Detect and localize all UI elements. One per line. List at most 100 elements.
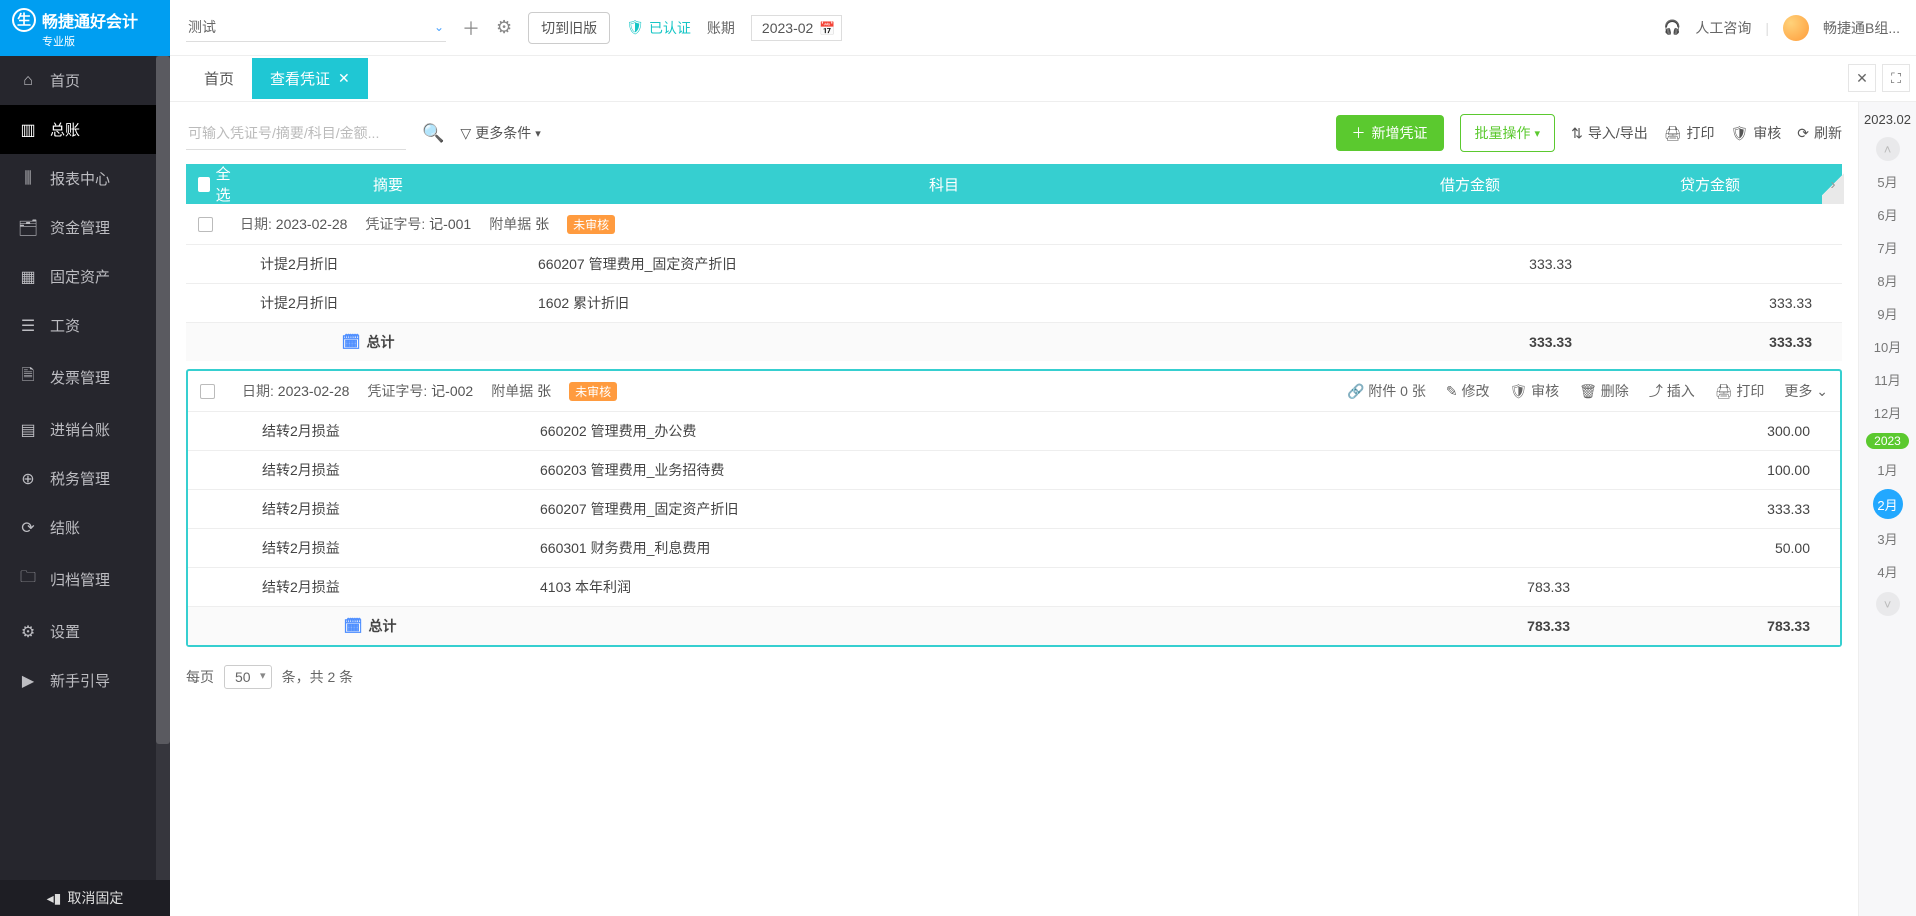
- voucher-line[interactable]: 结转2月损益660203 管理费用_业务招待费100.00: [188, 450, 1840, 489]
- certified-badge: 🛡 已认证: [626, 18, 691, 38]
- avatar[interactable]: [1783, 15, 1809, 41]
- voucher-line[interactable]: 计提2月折旧1602 累计折旧333.33: [186, 283, 1842, 322]
- main: 测试 ⌄ ＋ ⚙ 切到旧版 🛡 已认证 账期 2023-02 📅 🎧 人工咨询 …: [170, 0, 1916, 916]
- month-option[interactable]: 3月: [1873, 522, 1903, 555]
- period-up-icon[interactable]: ˄: [1876, 137, 1900, 161]
- toolbar: 可输入凭证号/摘要/科目/金额... 🔍 ▽ 更多条件 ▾ ＋ 新增凭证 批量操…: [186, 114, 1842, 152]
- attach-button[interactable]: 🔗 附件 0 张: [1347, 381, 1426, 401]
- sidebar-item-3[interactable]: 🗂资金管理: [0, 203, 170, 252]
- user-name[interactable]: 畅捷通B组...: [1823, 18, 1900, 38]
- chevron-down-icon: ⌄: [434, 20, 444, 34]
- nav-scrollbar[interactable]: [156, 56, 170, 916]
- month-option[interactable]: 8月: [1874, 264, 1901, 297]
- unpin-button[interactable]: ◂▮ 取消固定: [0, 880, 170, 916]
- nav-label: 首页: [50, 70, 80, 91]
- month-option[interactable]: 12月: [1874, 396, 1901, 429]
- sidebar-item-7[interactable]: ▤进销台账: [0, 405, 170, 454]
- sidebar-item-9[interactable]: ⟳结账: [0, 503, 170, 552]
- sidebar-item-5[interactable]: ☰工资: [0, 301, 170, 350]
- nav-label: 总账: [50, 119, 80, 140]
- audit-icon: 🛡: [1730, 125, 1748, 142]
- month-option[interactable]: 9月: [1874, 297, 1901, 330]
- voucher-checkbox[interactable]: [198, 217, 213, 232]
- batch-button[interactable]: 批量操作 ▾: [1460, 114, 1556, 152]
- month-option[interactable]: 5月: [1874, 165, 1901, 198]
- sidebar-item-2[interactable]: ⫼报表中心: [0, 154, 170, 203]
- more-conditions[interactable]: ▽ 更多条件 ▾: [460, 123, 540, 143]
- period-down-icon[interactable]: ˅: [1876, 592, 1900, 616]
- month-option[interactable]: 6月: [1874, 198, 1901, 231]
- voucher-line[interactable]: 计提2月折旧660207 管理费用_固定资产折旧333.33: [186, 244, 1842, 283]
- company-selector[interactable]: 测试 ⌄: [186, 13, 446, 42]
- month-option[interactable]: 2月: [1873, 489, 1903, 519]
- sidebar-item-8[interactable]: ⊕税务管理: [0, 454, 170, 503]
- nav-label: 税务管理: [50, 468, 110, 489]
- tab-close-icon[interactable]: ✕: [338, 70, 350, 87]
- line-credit: 333.33: [1590, 295, 1830, 311]
- print-button[interactable]: 🖨打印: [1664, 123, 1715, 143]
- status-badge: 未审核: [567, 215, 615, 234]
- support-label[interactable]: 人工咨询: [1695, 18, 1751, 38]
- line-subject: 660203 管理费用_业务招待费: [540, 460, 1348, 480]
- line-credit: 300.00: [1588, 423, 1828, 439]
- sidebar-item-4[interactable]: ▦固定资产: [0, 252, 170, 301]
- refresh-button[interactable]: ⟳刷新: [1797, 123, 1842, 143]
- switch-old-button[interactable]: 切到旧版: [528, 12, 610, 44]
- search-icon[interactable]: 🔍: [422, 123, 444, 144]
- month-option[interactable]: 1月: [1873, 453, 1903, 486]
- brand-logo-icon: 生: [12, 8, 36, 32]
- sidebar-item-0[interactable]: ⌂ 首页: [0, 56, 170, 105]
- tab-0[interactable]: 首页: [186, 58, 252, 99]
- support-icon[interactable]: 🎧: [1664, 19, 1681, 36]
- add-icon[interactable]: ＋: [462, 15, 480, 41]
- month-option[interactable]: 10月: [1874, 330, 1901, 363]
- delete-button[interactable]: 🗑 删除: [1579, 381, 1629, 401]
- month-option[interactable]: 7月: [1874, 231, 1901, 264]
- close-tab-icon[interactable]: ✕: [1848, 64, 1876, 92]
- page-size-select[interactable]: 50: [224, 665, 272, 689]
- col-subject: 科目: [538, 174, 1350, 195]
- add-voucher-button[interactable]: ＋ 新增凭证: [1336, 115, 1444, 151]
- sidebar-item-1[interactable]: ▥ 总账: [0, 105, 170, 154]
- nav-icon: ⌂: [18, 72, 38, 90]
- audit-button[interactable]: 🛡 审核: [1509, 381, 1559, 401]
- line-subject: 660301 财务费用_利息费用: [540, 538, 1348, 558]
- voucher-line[interactable]: 结转2月损益4103 本年利润783.33: [188, 567, 1840, 606]
- line-summary: 结转2月损益: [240, 577, 540, 597]
- fullscreen-icon[interactable]: ⛶: [1882, 64, 1910, 92]
- nav-label: 固定资产: [50, 266, 110, 287]
- month-option[interactable]: 4月: [1873, 555, 1903, 588]
- calendar-icon: 📅: [819, 21, 835, 37]
- nav-label: 新手引导: [50, 670, 110, 691]
- voucher-line[interactable]: 结转2月损益660301 财务费用_利息费用50.00: [188, 528, 1840, 567]
- voucher-line[interactable]: 结转2月损益660202 管理费用_办公费300.00: [188, 411, 1840, 450]
- chevron-down-icon: ▾: [1535, 127, 1541, 140]
- sidebar-item-12[interactable]: ▶新手引导: [0, 656, 170, 705]
- nav-label: 发票管理: [50, 367, 110, 388]
- audit-button[interactable]: 🛡审核: [1730, 123, 1781, 143]
- line-debit: 333.33: [1350, 256, 1590, 272]
- edit-button[interactable]: ✎ 修改: [1446, 381, 1490, 401]
- total-icon: 🗓: [341, 333, 360, 351]
- select-all-label[interactable]: 全选: [216, 163, 238, 205]
- select-all-checkbox[interactable]: [198, 177, 210, 192]
- expand-icon[interactable]: ›: [1822, 164, 1844, 204]
- insert-button[interactable]: ⤴ 插入: [1649, 381, 1695, 401]
- period-picker[interactable]: 2023-02 📅: [751, 15, 842, 41]
- gear-icon[interactable]: ⚙: [496, 17, 512, 38]
- nav-icon: ⚙: [18, 622, 38, 642]
- sidebar-item-11[interactable]: ⚙设置: [0, 607, 170, 656]
- sidebar-item-6[interactable]: 🗎发票管理: [0, 350, 170, 405]
- print-button[interactable]: 🖨 打印: [1715, 381, 1765, 401]
- nav-icon: ▥: [18, 120, 38, 140]
- import-export-button[interactable]: ⇅导入/导出: [1571, 123, 1648, 143]
- voucher-checkbox[interactable]: [200, 384, 215, 399]
- table-header: 全选 摘要 科目 借方金额 贷方金额 ›: [186, 164, 1842, 204]
- refresh-icon: ⟳: [1797, 125, 1809, 142]
- voucher-line[interactable]: 结转2月损益660207 管理费用_固定资产折旧333.33: [188, 489, 1840, 528]
- more-button[interactable]: 更多 ⌄: [1784, 381, 1828, 401]
- search-input[interactable]: 可输入凭证号/摘要/科目/金额...: [186, 117, 406, 150]
- sidebar-item-10[interactable]: 🗀归档管理: [0, 552, 170, 607]
- tab-1[interactable]: 查看凭证✕: [252, 58, 368, 99]
- month-option[interactable]: 11月: [1874, 363, 1901, 396]
